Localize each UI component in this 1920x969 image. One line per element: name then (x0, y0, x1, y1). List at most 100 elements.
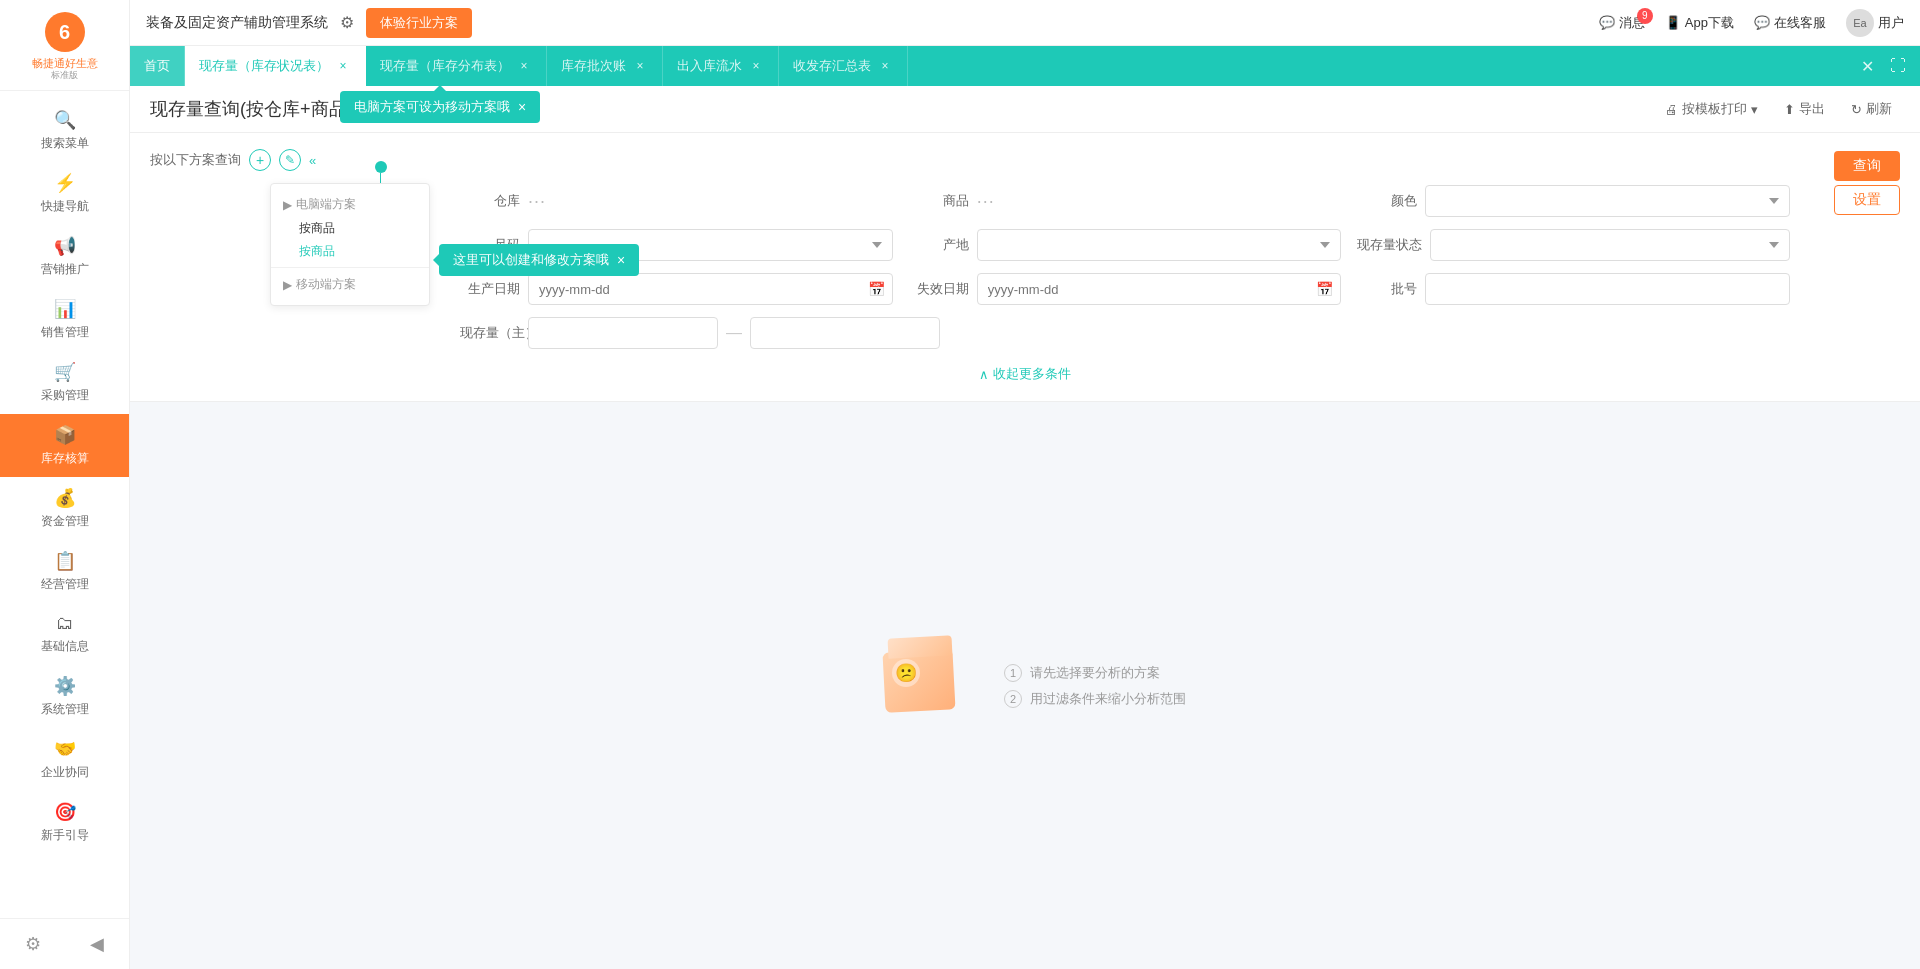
empty-hint-2: 2 用过滤条件来缩小分析范围 (1004, 690, 1186, 708)
sidebar-item-system[interactable]: ⚙️ 系统管理 (0, 665, 129, 728)
tab-inventory-status-label: 现存量（库存状况表） (199, 57, 329, 75)
expiry-date-input[interactable] (977, 273, 1342, 305)
filter-back-button[interactable]: « (309, 153, 316, 168)
tab-inventory-dist[interactable]: 现存量（库存分布表） × (366, 46, 547, 86)
sidebar-logo: 6 畅捷通好生意 标准版 (0, 0, 129, 91)
collapse-more-bar[interactable]: ∧ 收起更多条件 (150, 357, 1900, 385)
setup-button[interactable]: 设置 (1834, 185, 1900, 215)
tab-inventory-status-close[interactable]: × (335, 58, 351, 74)
tab-inout-flow-label: 出入库流水 (677, 57, 742, 75)
stock-status-label: 现存量状态 (1357, 236, 1422, 254)
cart-icon: 🛒 (54, 361, 76, 383)
export-label: 导出 (1799, 100, 1825, 118)
sidebar-item-search[interactable]: 🔍 搜索菜单 (0, 99, 129, 162)
tab-inventory-status[interactable]: 现存量（库存状况表） × (185, 46, 366, 86)
close-all-tabs-icon[interactable]: ✕ (1855, 53, 1880, 80)
empty-box-face: 😕 (892, 659, 920, 687)
collapse-arrow-icon: ∧ (979, 367, 989, 382)
stock-main-from-input[interactable] (528, 317, 718, 349)
tooltip-create-scheme: 这里可以创建和修改方案哦 × (439, 244, 639, 276)
user-item[interactable]: Ea 用户 (1846, 9, 1904, 37)
online-service-item[interactable]: 💬 在线客服 (1754, 14, 1826, 32)
settings-footer-icon[interactable]: ⚙ (21, 929, 45, 959)
sidebar-item-sales[interactable]: 📊 销售管理 (0, 288, 129, 351)
collapse-sidebar-icon[interactable]: ◀ (86, 929, 108, 959)
tab-batch-ledger-label: 库存批次账 (561, 57, 626, 75)
folder-icon: 🗂 (56, 613, 74, 634)
origin-label: 产地 (909, 236, 969, 254)
goods-dots[interactable]: ··· (977, 191, 995, 212)
tab-batch-ledger[interactable]: 库存批次账 × (547, 46, 663, 86)
app-download-item[interactable]: 📱 App下载 (1665, 14, 1734, 32)
experience-button[interactable]: 体验行业方案 (366, 8, 472, 38)
sidebar-item-marketing[interactable]: 📢 营销推广 (0, 225, 129, 288)
filter-add-button[interactable]: + (249, 149, 271, 171)
filter-circle-edit-button[interactable]: ✎ (279, 149, 301, 171)
origin-select[interactable] (977, 229, 1342, 261)
tab-inventory-dist-close[interactable]: × (516, 58, 532, 74)
calendar-icon-2[interactable]: 📅 (1316, 281, 1333, 297)
sidebar-item-quick[interactable]: ⚡ 快捷导航 (0, 162, 129, 225)
service-icon: 💬 (1754, 15, 1770, 30)
sidebar-item-purchase[interactable]: 🛒 采购管理 (0, 351, 129, 414)
color-select[interactable] (1425, 185, 1790, 217)
stock-status-select[interactable] (1430, 229, 1790, 261)
batch-field: 批号 (1357, 273, 1790, 305)
tooltip-create-close[interactable]: × (617, 252, 625, 268)
tab-collect-summary-close[interactable]: × (877, 58, 893, 74)
hint-num-1: 1 (1004, 664, 1022, 682)
sidebar-item-operations[interactable]: 📋 经营管理 (0, 540, 129, 603)
goods-field: 商品 ··· (909, 191, 1342, 212)
tab-inout-flow[interactable]: 出入库流水 × (663, 46, 779, 86)
sidebar-item-label: 搜索菜单 (41, 135, 89, 152)
warehouse-field: 仓库 ··· (460, 191, 893, 212)
message-item[interactable]: 💬 消息 9 (1599, 14, 1645, 32)
tab-inout-flow-close[interactable]: × (748, 58, 764, 74)
print-button[interactable]: 🖨 按模板打印 ▾ (1657, 96, 1766, 122)
sidebar-item-label: 快捷导航 (41, 198, 89, 215)
warehouse-label: 仓库 (460, 192, 520, 210)
fullscreen-icon[interactable]: ⛶ (1884, 53, 1912, 79)
top-header: 装备及固定资产辅助管理系统 ⚙ 体验行业方案 💬 消息 9 📱 App下载 💬 … (130, 0, 1920, 46)
mobile-scheme-row: ▶ 移动端方案 (271, 272, 429, 297)
tab-collect-summary[interactable]: 收发存汇总表 × (779, 46, 908, 86)
scheme-dropdown-header: ▶ 电脑端方案 (271, 192, 429, 217)
stock-main-range: — (528, 317, 940, 349)
message-icon: 💬 (1599, 15, 1615, 30)
production-date-input[interactable] (528, 273, 893, 305)
query-button[interactable]: 查询 (1834, 151, 1900, 181)
sidebar-item-label: 库存核算 (41, 450, 89, 467)
export-button[interactable]: ⬆ 导出 (1776, 96, 1833, 122)
sidebar-item-inventory[interactable]: 📦 库存核算 (0, 414, 129, 477)
header-settings-icon[interactable]: ⚙ (340, 13, 354, 32)
scheme-item-goods-1[interactable]: 按商品 (271, 217, 429, 240)
sidebar-item-finance[interactable]: 💰 资金管理 (0, 477, 129, 540)
scheme-item-goods-2[interactable]: 按商品 (271, 240, 429, 263)
range-sep: — (726, 324, 742, 342)
sidebar-item-label: 基础信息 (41, 638, 89, 655)
action-buttons: 查询 设置 (1834, 151, 1900, 215)
collapse-label: 收起更多条件 (993, 365, 1071, 383)
hint-text-2: 用过滤条件来缩小分析范围 (1030, 690, 1186, 708)
batch-input[interactable] (1425, 273, 1790, 305)
warehouse-dots[interactable]: ··· (528, 191, 546, 212)
sidebar-item-enterprise[interactable]: 🤝 企业协同 (0, 728, 129, 791)
stock-main-to-input[interactable] (750, 317, 940, 349)
stock-status-field: 现存量状态 (1357, 229, 1790, 261)
refresh-button[interactable]: ↻ 刷新 (1843, 96, 1900, 122)
header-right: 💬 消息 9 📱 App下载 💬 在线客服 Ea 用户 (1599, 9, 1904, 37)
calendar-icon-1[interactable]: 📅 (868, 281, 885, 297)
sidebar-item-label: 资金管理 (41, 513, 89, 530)
tab-batch-ledger-close[interactable]: × (632, 58, 648, 74)
filter-row-1: 仓库 ··· 商品 ··· 颜色 (460, 185, 1790, 217)
tooltip-create-text: 这里可以创建和修改方案哦 (453, 251, 609, 269)
filter-header-label: 按以下方案查询 (150, 151, 241, 169)
sidebar-item-basic[interactable]: 🗂 基础信息 (0, 603, 129, 665)
search-icon: 🔍 (54, 109, 76, 131)
tooltip-scheme-close[interactable]: × (518, 99, 526, 115)
sidebar: 6 畅捷通好生意 标准版 🔍 搜索菜单 ⚡ 快捷导航 📢 营销推广 📊 销售管理… (0, 0, 130, 969)
sidebar-item-guide[interactable]: 🎯 新手引导 (0, 791, 129, 854)
sidebar-nav: 🔍 搜索菜单 ⚡ 快捷导航 📢 营销推广 📊 销售管理 🛒 采购管理 📦 库存核… (0, 91, 129, 918)
tab-home[interactable]: 首页 (130, 46, 185, 86)
sidebar-item-label: 销售管理 (41, 324, 89, 341)
